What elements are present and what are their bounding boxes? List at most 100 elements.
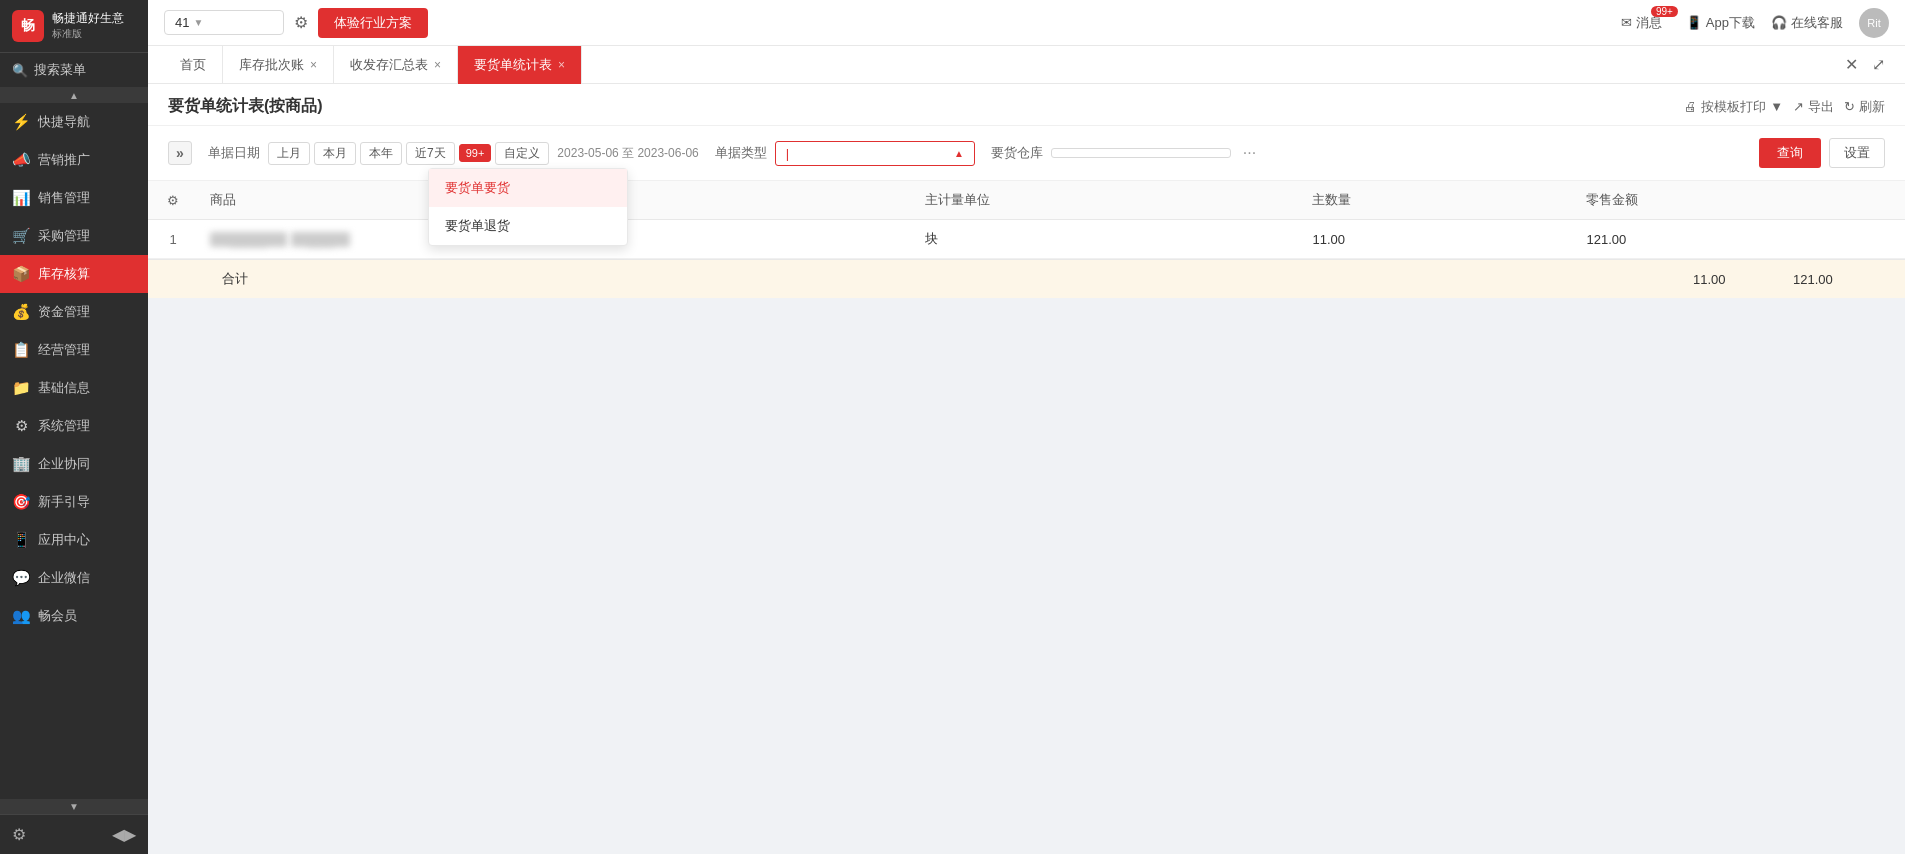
cell-index: 1 — [148, 220, 198, 259]
cell-unit: 块 — [913, 220, 1300, 259]
sidebar-item-finance[interactable]: 💰 资金管理 — [0, 293, 148, 331]
type-dropdown: 要货单要货 要货单退货 — [428, 168, 628, 246]
tab-inventory-batch-close[interactable]: × — [310, 58, 317, 72]
main-content: 41 ▼ ⚙ 体验行业方案 ✉ 消息 99+ 📱 App下载 🎧 在线客服 Ri… — [148, 0, 1905, 854]
print-arrow: ▼ — [1770, 99, 1783, 114]
export-action[interactable]: ↗ 导出 — [1793, 98, 1834, 116]
tab-receive-summary[interactable]: 收发存汇总表 × — [334, 46, 458, 84]
tab-order-stats-close[interactable]: × — [558, 58, 565, 72]
print-action[interactable]: 🖨 按模板打印 ▼ — [1684, 98, 1783, 116]
tab-close-all[interactable]: ✕ — [1841, 51, 1862, 78]
collapse-icon[interactable]: ◀▶ — [112, 825, 136, 844]
sidebar-item-system[interactable]: ⚙ 系统管理 — [0, 407, 148, 445]
export-icon: ↗ — [1793, 99, 1804, 114]
tab-fullscreen[interactable]: ⤢ — [1868, 51, 1889, 78]
filter-bar: » 单据日期 上月 本月 本年 近7天 99+ 自定义 2023-05-06 至… — [148, 126, 1905, 181]
message-action[interactable]: ✉ 消息 99+ — [1613, 14, 1670, 32]
warehouse-input[interactable] — [1051, 148, 1231, 158]
message-icon: ✉ — [1621, 15, 1632, 30]
sidebar-item-quicknav[interactable]: ⚡ 快捷导航 — [0, 103, 148, 141]
dropdown-item-return[interactable]: 要货单退货 — [429, 207, 627, 245]
date-custom[interactable]: 自定义 — [495, 142, 549, 165]
tab-inventory-batch[interactable]: 库存批次账 × — [223, 46, 334, 84]
date-prev-month[interactable]: 上月 — [268, 142, 310, 165]
online-service-action[interactable]: 🎧 在线客服 — [1771, 14, 1843, 32]
sidebar-item-inventory[interactable]: 📦 库存核算 — [0, 255, 148, 293]
enterprise-icon: 🏢 — [12, 455, 30, 473]
cell-amount: 121.00 — [1574, 220, 1905, 259]
logo-text: 畅捷通好生意 标准版 — [52, 11, 124, 41]
sidebar-item-guide[interactable]: 🎯 新手引导 — [0, 483, 148, 521]
expand-icon: » — [176, 145, 184, 161]
sidebar-item-apps[interactable]: 📱 应用中心 — [0, 521, 148, 559]
table-container: ⚙ 商品 主计量单位 主数量 零售金额 1 ████ — [148, 181, 1905, 259]
topbar-right: ✉ 消息 99+ 📱 App下载 🎧 在线客服 Rit — [1613, 8, 1889, 38]
store-selector[interactable]: 41 ▼ — [164, 10, 284, 35]
topbar-settings-icon[interactable]: ⚙ — [294, 13, 308, 32]
dropdown-item-order[interactable]: 要货单要货 — [429, 169, 627, 207]
table-settings-icon[interactable]: ⚙ — [167, 193, 179, 208]
sidebar-scroll-down[interactable]: ▼ — [0, 799, 148, 814]
query-button[interactable]: 查询 — [1759, 138, 1821, 168]
user-avatar[interactable]: Rit — [1859, 8, 1889, 38]
settings-button[interactable]: 设置 — [1829, 138, 1885, 168]
quicknav-icon: ⚡ — [12, 113, 30, 131]
trial-button[interactable]: 体验行业方案 — [318, 8, 428, 38]
table-header-row: ⚙ 商品 主计量单位 主数量 零售金额 — [148, 181, 1905, 220]
app-download-action[interactable]: 📱 App下载 — [1686, 14, 1755, 32]
print-icon: 🖨 — [1684, 99, 1697, 114]
tabs-controls: ✕ ⤢ — [1841, 51, 1889, 78]
date-shortcuts: 上月 本月 本年 近7天 99+ 自定义 — [268, 142, 549, 165]
sidebar-item-enterprise[interactable]: 🏢 企业协同 — [0, 445, 148, 483]
date-7days[interactable]: 近7天 — [406, 142, 455, 165]
tabs-bar: 首页 库存批次账 × 收发存汇总表 × 要货单统计表 × ✕ ⤢ — [148, 46, 1905, 84]
sidebar-item-wechat[interactable]: 💬 企业微信 — [0, 559, 148, 597]
operation-icon: 📋 — [12, 341, 30, 359]
tab-home[interactable]: 首页 — [164, 46, 223, 84]
sidebar-item-marketing[interactable]: 📣 营销推广 — [0, 141, 148, 179]
date-this-month[interactable]: 本月 — [314, 142, 356, 165]
more-filter-button[interactable]: ··· — [1243, 144, 1256, 162]
total-label-cell: 合计 — [210, 270, 290, 288]
sidebar-logo: 畅 畅捷通好生意 标准版 — [0, 0, 148, 53]
date-more[interactable]: 99+ — [459, 144, 492, 162]
store-selector-arrow: ▼ — [193, 17, 203, 28]
sidebar-item-basic[interactable]: 📁 基础信息 — [0, 369, 148, 407]
page-area: 要货单统计表(按商品) 🖨 按模板打印 ▼ ↗ 导出 ↻ 刷新 — [148, 84, 1905, 854]
settings-icon[interactable]: ⚙ — [12, 825, 26, 844]
wechat-icon: 💬 — [12, 569, 30, 587]
tab-receive-summary-close[interactable]: × — [434, 58, 441, 72]
table-row: 1 ████ ███ 块 11.00 121.00 — [148, 220, 1905, 259]
col-settings[interactable]: ⚙ — [148, 181, 198, 220]
logo-icon: 畅 — [12, 10, 44, 42]
type-label: 单据类型 — [715, 144, 767, 162]
type-filter-group: 单据类型 | ▲ — [715, 141, 975, 166]
search-icon: 🔍 — [12, 63, 28, 78]
expand-button[interactable]: » — [168, 141, 192, 165]
page-header: 要货单统计表(按商品) 🖨 按模板打印 ▼ ↗ 导出 ↻ 刷新 — [148, 84, 1905, 126]
sidebar-search[interactable]: 🔍 搜索菜单 — [0, 53, 148, 88]
sidebar-item-member[interactable]: 👥 畅会员 — [0, 597, 148, 635]
type-selector[interactable]: | ▲ — [775, 141, 975, 166]
type-selected-value: | — [786, 146, 789, 161]
date-range: 2023-05-06 至 2023-06-06 — [557, 145, 698, 162]
sidebar-item-operation[interactable]: 📋 经营管理 — [0, 331, 148, 369]
page-actions: 🖨 按模板打印 ▼ ↗ 导出 ↻ 刷新 — [1684, 98, 1885, 116]
basic-icon: 📁 — [12, 379, 30, 397]
sidebar-scroll-up[interactable]: ▲ — [0, 88, 148, 103]
refresh-action[interactable]: ↻ 刷新 — [1844, 98, 1885, 116]
app-icon: 📱 — [1686, 15, 1702, 30]
sidebar-item-purchase[interactable]: 🛒 采购管理 — [0, 217, 148, 255]
page-title: 要货单统计表(按商品) — [168, 96, 323, 117]
refresh-icon: ↻ — [1844, 99, 1855, 114]
date-this-year[interactable]: 本年 — [360, 142, 402, 165]
system-icon: ⚙ — [12, 417, 30, 435]
tab-order-stats[interactable]: 要货单统计表 × — [458, 46, 582, 84]
marketing-icon: 📣 — [12, 151, 30, 169]
sales-icon: 📊 — [12, 189, 30, 207]
col-amount: 零售金额 — [1574, 181, 1905, 220]
cell-quantity: 11.00 — [1300, 220, 1574, 259]
date-filter-group: 单据日期 上月 本月 本年 近7天 99+ 自定义 2023-05-06 至 2… — [208, 142, 699, 165]
sidebar-item-sales[interactable]: 📊 销售管理 — [0, 179, 148, 217]
data-table: ⚙ 商品 主计量单位 主数量 零售金额 1 ████ — [148, 181, 1905, 259]
